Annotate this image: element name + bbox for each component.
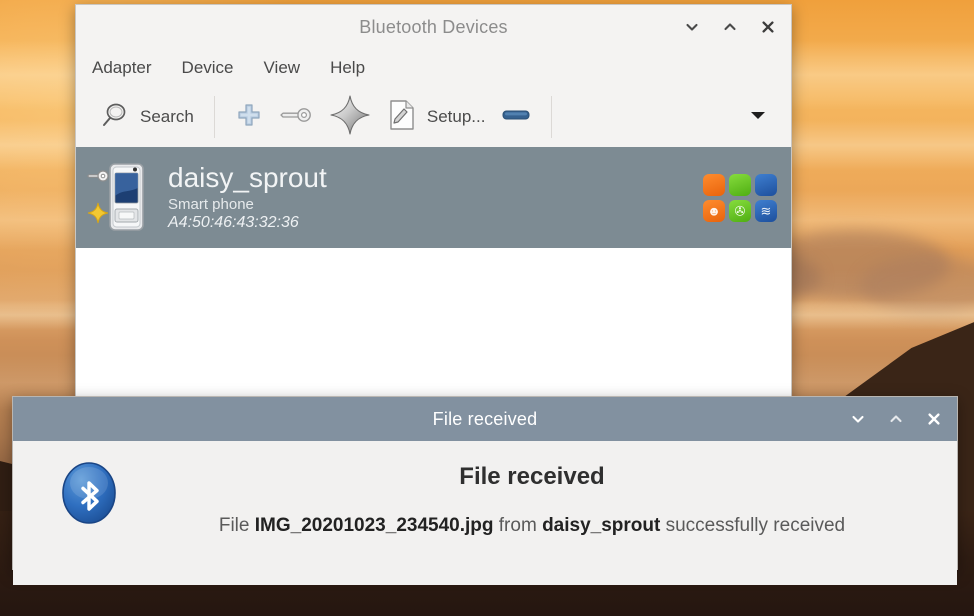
toolbar-separator (213, 96, 215, 138)
service-badge-glyph: ≋ (760, 203, 772, 218)
file-received-dialog: File received File received File IMG_202… (12, 396, 958, 585)
device-service-badges: ☻ ✇ ≋ (703, 173, 777, 222)
menu-item-help[interactable]: Help (328, 56, 367, 80)
service-badge[interactable]: ☻ (703, 199, 725, 222)
menu-item-device[interactable]: Device (180, 56, 236, 80)
close-button[interactable] (759, 18, 777, 36)
dialog-window-controls (849, 410, 943, 428)
dialog-heading: File received (459, 463, 605, 490)
bluetooth-icon (59, 459, 119, 529)
main-titlebar[interactable]: Bluetooth Devices (76, 5, 791, 49)
device-list-item[interactable]: daisy_sprout Smart phone A4:50:46:43:32:… (76, 147, 791, 248)
pair-device-button[interactable] (271, 98, 321, 137)
message-suffix: successfully received (660, 515, 846, 536)
service-badge[interactable]: ✇ (729, 199, 751, 222)
dialog-title: File received (432, 408, 538, 429)
close-icon (762, 21, 774, 33)
key-icon (279, 102, 313, 133)
maximize-button[interactable] (721, 18, 739, 36)
menu-bar: Adapter Device View Help (76, 49, 791, 87)
device-type: Smart phone (168, 195, 254, 213)
device-list[interactable]: daisy_sprout Smart phone A4:50:46:43:32:… (76, 147, 791, 400)
service-badge[interactable] (729, 173, 751, 196)
minimize-button[interactable] (683, 18, 701, 36)
dialog-maximize-button[interactable] (887, 410, 905, 428)
message-middle: from (493, 515, 543, 536)
setup-label: Setup... (426, 107, 486, 126)
service-badge[interactable]: ≋ (755, 199, 777, 222)
dialog-message: File IMG_20201023_234540.jpg from daisy_… (153, 515, 911, 537)
bluetooth-devices-window: Bluetooth Devices Adapter Device View He… (75, 4, 792, 401)
dialog-titlebar[interactable]: File received (13, 397, 957, 441)
dialog-close-button[interactable] (925, 410, 943, 428)
desktop: Bluetooth Devices Adapter Device View He… (0, 0, 974, 616)
window-controls (683, 18, 777, 36)
service-badge[interactable] (703, 173, 725, 196)
chevron-down-icon (686, 23, 698, 31)
smartphone-icon (86, 156, 160, 240)
service-badge[interactable] (755, 173, 777, 196)
minus-icon (501, 107, 531, 128)
triangle-down-icon (751, 112, 765, 119)
document-pen-icon (387, 99, 417, 136)
search-label: Search (140, 107, 194, 126)
remove-device-button[interactable] (493, 103, 539, 132)
add-device-button[interactable] (227, 97, 271, 138)
device-info: daisy_sprout Smart phone A4:50:46:43:32:… (160, 163, 703, 231)
setup-button[interactable]: Setup... (379, 95, 494, 140)
menu-item-adapter[interactable]: Adapter (90, 56, 154, 80)
received-file-name: IMG_20201023_234540.jpg (254, 515, 494, 536)
device-name: daisy_sprout (168, 162, 327, 194)
service-badge-glyph: ☻ (707, 203, 721, 218)
service-badge-glyph: ✇ (734, 203, 746, 218)
star-icon (329, 94, 371, 141)
device-address: A4:50:46:43:32:36 (168, 213, 299, 231)
chevron-up-icon (890, 415, 902, 423)
dialog-text: File received File IMG_20201023_234540.j… (153, 459, 931, 537)
search-button[interactable]: Search (92, 96, 202, 139)
toolbar: Search Setup... (76, 87, 791, 147)
chevron-up-icon (724, 23, 736, 31)
menu-item-view[interactable]: View (262, 56, 303, 80)
sender-device-name: daisy_sprout (542, 515, 661, 536)
dialog-body: File received File IMG_20201023_234540.j… (13, 441, 957, 585)
message-prefix: File (218, 515, 255, 536)
key-badge-icon (86, 169, 109, 182)
toolbar-separator (551, 96, 553, 138)
plus-icon (235, 101, 263, 134)
magnifier-icon (100, 100, 130, 135)
star-badge-icon (87, 202, 109, 223)
trust-device-button[interactable] (321, 90, 379, 145)
close-icon (928, 413, 940, 425)
toolbar-overflow-button[interactable] (735, 102, 781, 132)
chevron-down-icon (852, 415, 864, 423)
dialog-minimize-button[interactable] (849, 410, 867, 428)
